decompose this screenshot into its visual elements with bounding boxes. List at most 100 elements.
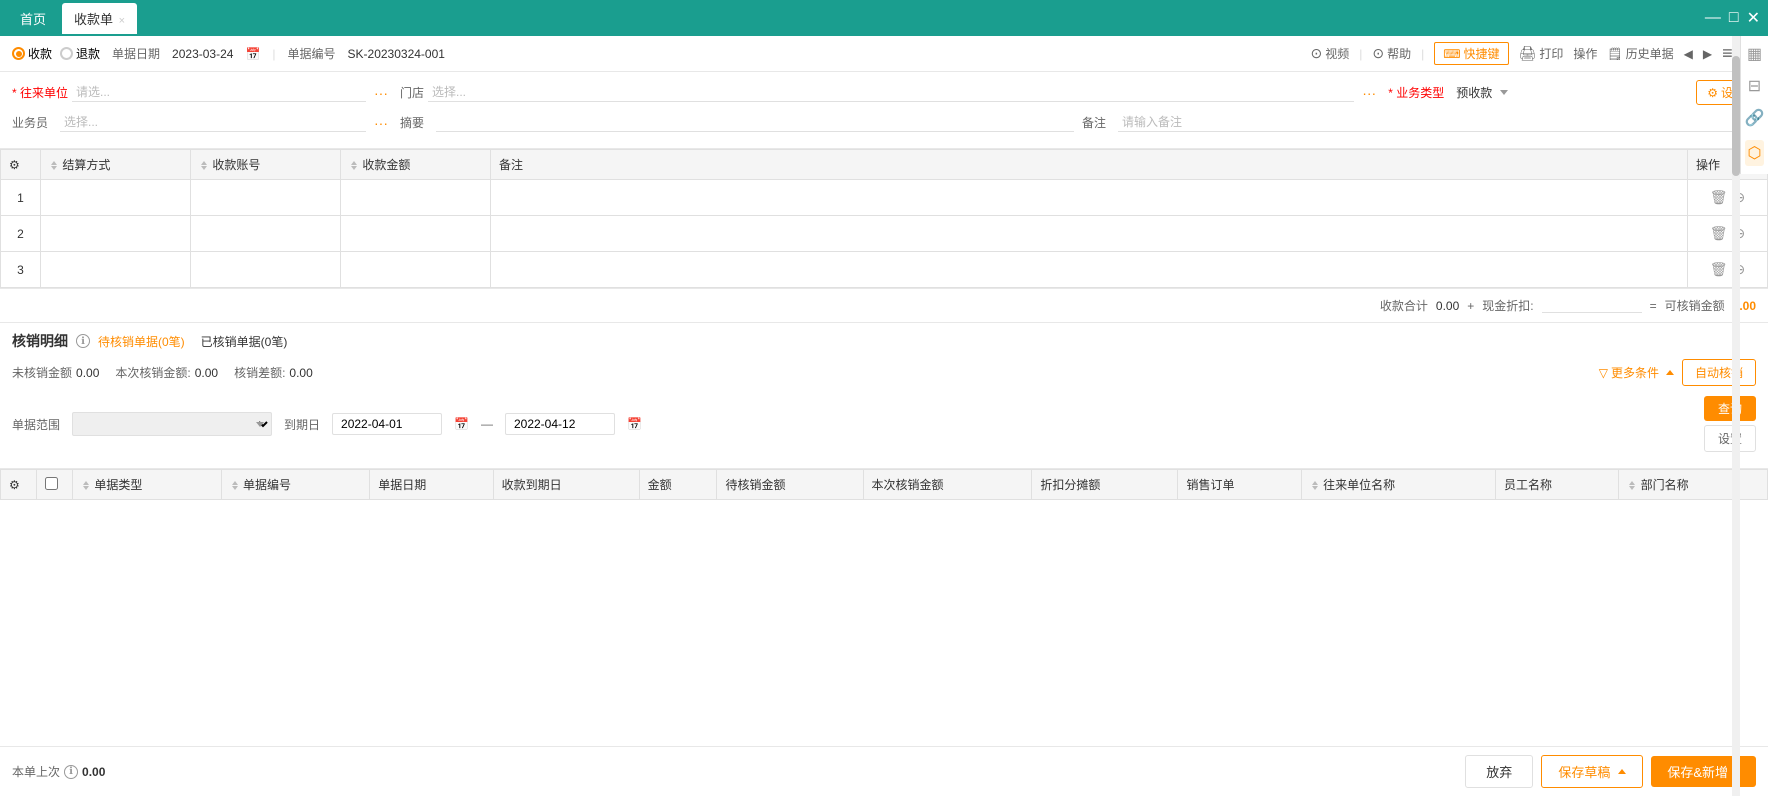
radio-refund[interactable]: 退款	[60, 45, 100, 62]
window-min-icon[interactable]: —	[1705, 9, 1721, 27]
hx-done-tab[interactable]: 已核销单据(0笔)	[201, 333, 288, 350]
col-account-header: 收款账号	[191, 150, 341, 180]
sidebar-icon-table[interactable]: ▦	[1747, 44, 1762, 64]
more-filter-btn[interactable]: ▽ 更多条件	[1599, 364, 1674, 381]
query-btn[interactable]: 查询	[1704, 396, 1756, 421]
bottom-col-amount: 金额	[639, 470, 717, 500]
calendar-icon[interactable]: 📅	[245, 47, 260, 61]
row-account-3[interactable]	[191, 252, 341, 288]
sidebar-icon-list[interactable]: ⊟	[1748, 76, 1761, 96]
sort-account[interactable]	[201, 161, 207, 170]
video-btn[interactable]: ⊙ 视频	[1310, 45, 1349, 62]
row-remark-3[interactable]	[491, 252, 1688, 288]
scroll-thumb[interactable]	[1732, 56, 1740, 176]
discount-label: 现金折扣:	[1482, 297, 1533, 314]
row-delete-1[interactable]: 🗑	[1710, 189, 1728, 206]
summary-field: 摘要	[400, 113, 1074, 132]
row-amount-1[interactable]	[341, 180, 491, 216]
bottom-bar-left: 本单上次 ℹ 0.00	[12, 763, 105, 780]
sort-settlement[interactable]	[51, 161, 57, 170]
receipt-table-container: ⚙ 结算方式 收款账号	[0, 149, 1768, 289]
row-amount-3[interactable]	[341, 252, 491, 288]
bottom-col-settings[interactable]: ⚙	[1, 470, 37, 500]
row-remark-2[interactable]	[491, 216, 1688, 252]
store-ellipsis[interactable]: ···	[1358, 85, 1380, 101]
settings2-btn[interactable]: 设置	[1704, 425, 1756, 452]
bottom-col-due-date: 收款到期日	[493, 470, 639, 500]
hx-info-icon[interactable]: ℹ	[76, 334, 90, 348]
form-row-1: * 往来单位 ··· 门店 ··· * 业务类型 预收款 ⚙ 设置	[12, 80, 1756, 105]
settings-icon: ⚙	[1707, 86, 1718, 100]
window-controls: — □ ✕	[1705, 8, 1760, 28]
counterpart-ellipsis[interactable]: ···	[370, 85, 392, 101]
bottom-col-partner: 往来单位名称	[1301, 470, 1495, 500]
staff-label: 业务员	[12, 114, 48, 131]
window-max-icon[interactable]: □	[1729, 9, 1739, 27]
window-close-icon[interactable]: ✕	[1747, 8, 1760, 28]
help-btn[interactable]: ⊙ 帮助	[1372, 45, 1411, 62]
hx-pending-tab[interactable]: 待核销单据(0笔)	[98, 333, 185, 350]
row-amount-2[interactable]	[341, 216, 491, 252]
biz-type-chevron[interactable]	[1500, 90, 1508, 95]
row-settlement-3[interactable]	[41, 252, 191, 288]
summary-input[interactable]	[436, 113, 1074, 132]
sidebar-icon-link[interactable]: 🔗	[1745, 108, 1765, 128]
history-icon: 🗒	[1607, 47, 1622, 61]
nav-prev-btn[interactable]: ◀	[1684, 47, 1693, 61]
row-account-2[interactable]	[191, 216, 341, 252]
row-settlement-2[interactable]	[41, 216, 191, 252]
summary-label: 摘要	[400, 114, 424, 131]
radio-receipt[interactable]: 收款	[12, 45, 52, 62]
scrollbar[interactable]	[1732, 36, 1740, 796]
top-nav: 首页 收款单 × — □ ✕	[0, 0, 1768, 36]
sort-amount[interactable]	[351, 161, 357, 170]
bottom-col-no: 单据编号	[221, 470, 370, 500]
table-header-row: ⚙ 结算方式 收款账号	[1, 150, 1768, 180]
draft-btn[interactable]: 保存草稿	[1541, 755, 1643, 788]
staff-input[interactable]	[60, 113, 366, 132]
range-select[interactable]	[72, 412, 272, 436]
main-content: 收款 退款 单据日期 2023-03-24 📅 | 单据编号 SK-202303…	[0, 36, 1768, 796]
save-new-btn[interactable]: 保存&新增	[1651, 756, 1756, 787]
col-remark-header: 备注	[491, 150, 1688, 180]
date-from-input[interactable]	[332, 413, 442, 435]
bottom-info-icon[interactable]: ℹ	[64, 765, 78, 779]
no-label: 单据编号	[288, 45, 336, 62]
calendar-icon-from[interactable]: 📅	[454, 417, 469, 431]
remark-input[interactable]	[1118, 113, 1756, 132]
counterpart-input[interactable]	[72, 83, 366, 102]
row-delete-3[interactable]: 🗑	[1710, 261, 1728, 278]
sidebar-icon-expand[interactable]: ⬡	[1745, 140, 1765, 166]
print-btn[interactable]: 🖨 打印	[1519, 45, 1564, 62]
staff-ellipsis[interactable]: ···	[370, 115, 392, 131]
bottom-col-staff: 员工名称	[1495, 470, 1618, 500]
calendar-icon-to[interactable]: 📅	[627, 417, 642, 431]
row-account-1[interactable]	[191, 180, 341, 216]
store-field: 门店 ···	[400, 83, 1380, 102]
ops-btn[interactable]: 操作	[1573, 45, 1597, 62]
auto-hx-btn[interactable]: 自动核销	[1682, 359, 1756, 386]
date-to-input[interactable]	[505, 413, 615, 435]
row-settlement-1[interactable]	[41, 180, 191, 216]
shortcut-btn[interactable]: ⌨ 快捷键	[1434, 42, 1508, 65]
equals-sign: =	[1650, 299, 1657, 313]
abandon-btn[interactable]: 放弃	[1465, 755, 1533, 788]
bottom-bar-right: 放弃 保存草稿 保存&新增	[1465, 755, 1756, 788]
hx-title-row: 核销明细 ℹ 待核销单据(0笔) 已核销单据(0笔)	[12, 331, 1756, 351]
bottom-col-check	[37, 470, 73, 500]
hx-current: 本次核销金额: 0.00	[115, 364, 218, 381]
nav-tab-home[interactable]: 首页	[8, 3, 58, 34]
store-input[interactable]	[428, 83, 1354, 102]
row-remark-1[interactable]	[491, 180, 1688, 216]
history-btn[interactable]: 🗒 历史单据	[1607, 45, 1673, 62]
nav-tab-close[interactable]: ×	[119, 15, 125, 27]
nav-next-btn[interactable]: ▶	[1703, 47, 1712, 61]
row-num-2: 2	[1, 216, 41, 252]
bottom-col-date: 单据日期	[370, 470, 493, 500]
bottom-select-all[interactable]	[45, 477, 58, 490]
discount-input[interactable]	[1542, 298, 1642, 313]
nav-tab-receipt[interactable]: 收款单 ×	[62, 3, 137, 34]
hx-title: 核销明细	[12, 331, 68, 351]
row-delete-2[interactable]: 🗑	[1710, 225, 1728, 242]
col-settings-btn[interactable]: ⚙	[1, 150, 41, 180]
